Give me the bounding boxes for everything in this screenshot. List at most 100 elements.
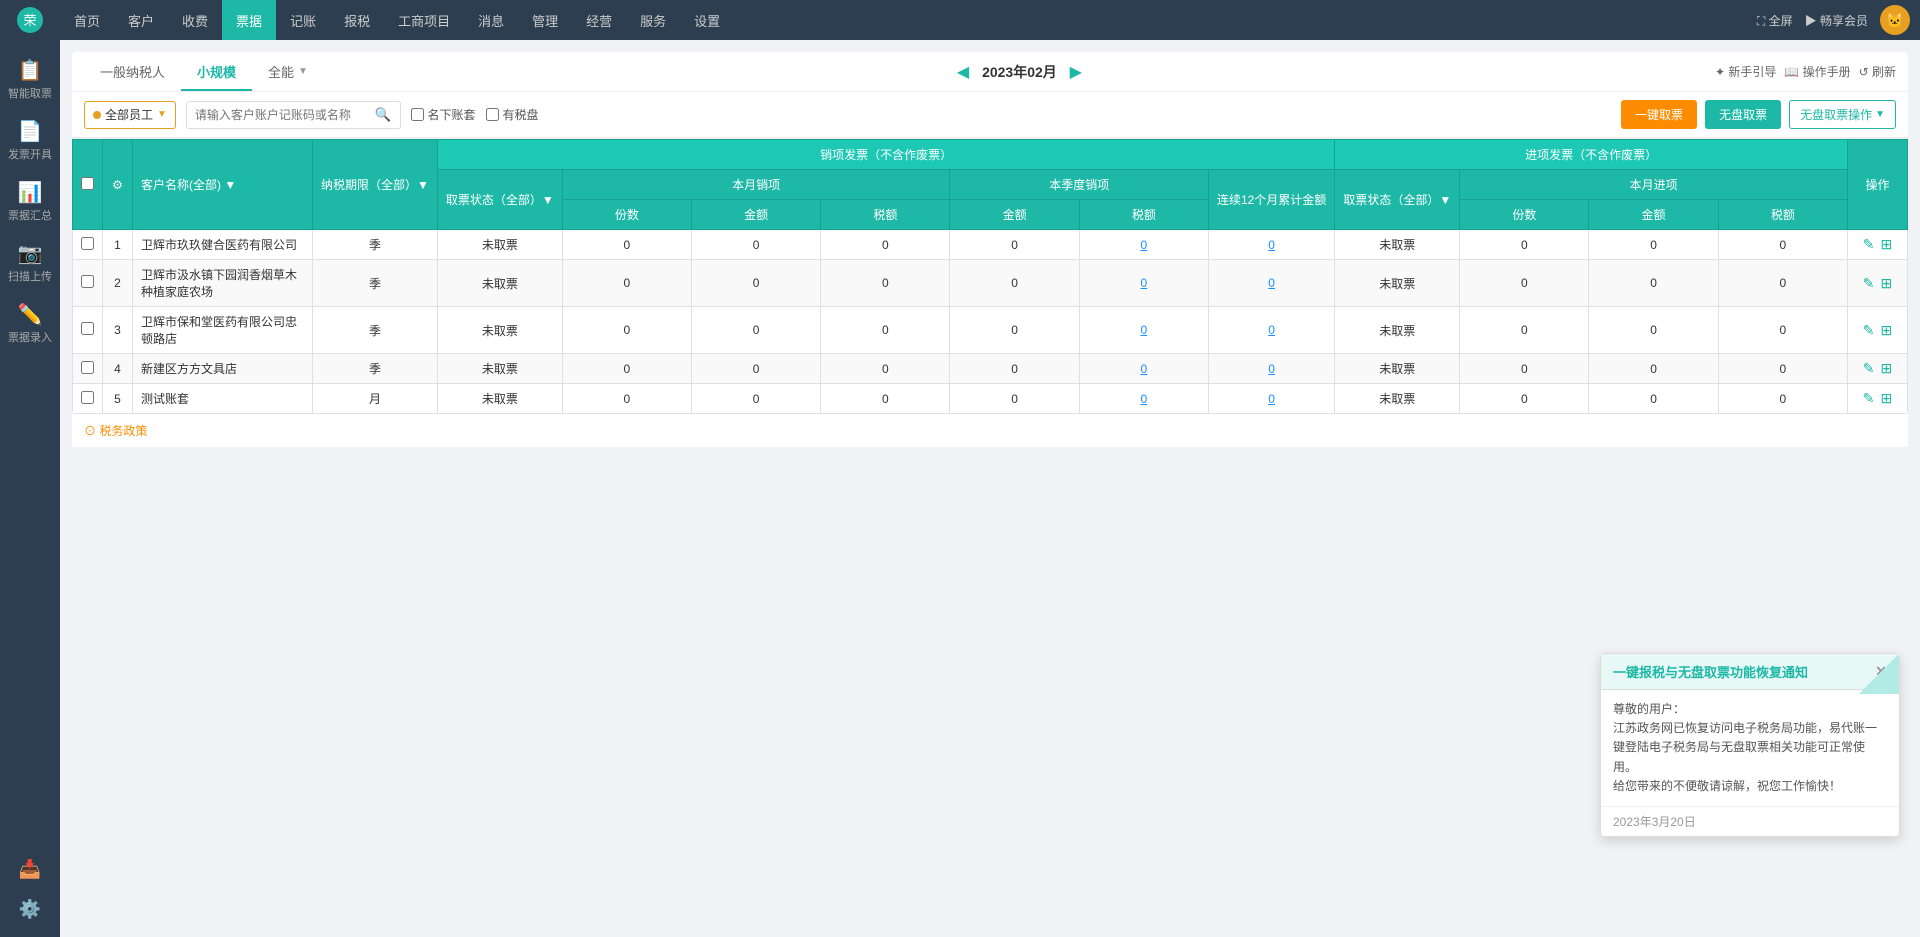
- th-sale-month-amount: 金额: [692, 200, 821, 230]
- row-buy-month-amount: 0: [1589, 384, 1718, 414]
- edit-action-icon[interactable]: ✎: [1863, 390, 1875, 407]
- manual-link[interactable]: 📖 操作手册: [1784, 63, 1850, 80]
- row-select-checkbox[interactable]: [81, 361, 94, 374]
- has-taxbox-input[interactable]: [486, 108, 499, 121]
- has-taxbox-checkbox[interactable]: 有税盘: [486, 106, 539, 123]
- row-sale-cumulative[interactable]: 0: [1208, 260, 1334, 307]
- nav-operation[interactable]: 经营: [572, 0, 626, 40]
- employee-filter[interactable]: 全部员工 ▼: [84, 101, 176, 129]
- view-action-icon[interactable]: ⊞: [1881, 390, 1893, 407]
- view-action-icon[interactable]: ⊞: [1881, 275, 1893, 292]
- row-checkbox[interactable]: [73, 307, 103, 354]
- sidebar-item-invoice-entry[interactable]: ✏️ 票据录入: [3, 294, 57, 353]
- row-sale-month-tax: 0: [821, 260, 950, 307]
- edit-action-icon[interactable]: ✎: [1863, 275, 1875, 292]
- row-buy-month-amount: 0: [1589, 354, 1718, 384]
- row-buy-month-amount: 0: [1589, 230, 1718, 260]
- nav-business[interactable]: 工商项目: [384, 0, 464, 40]
- refresh-link[interactable]: ↺ 刷新: [1859, 63, 1896, 80]
- scan-upload-icon: 📷: [18, 241, 43, 266]
- row-sale-quarter-tax[interactable]: 0: [1079, 354, 1208, 384]
- row-sale-month-amount: 0: [692, 260, 821, 307]
- diskless-ticket-ops-button[interactable]: 无盘取票操作 ▼: [1789, 100, 1896, 129]
- row-customer-name: 新建区方方文具店: [133, 354, 313, 384]
- th-12month-cumulative: 连续12个月累计金额: [1208, 170, 1334, 230]
- search-button[interactable]: 🔍: [367, 102, 400, 128]
- row-checkbox[interactable]: [73, 260, 103, 307]
- row-customer-name: 卫辉市玖玖健合医药有限公司: [133, 230, 313, 260]
- nav-bookkeeping[interactable]: 记账: [276, 0, 330, 40]
- tab-omnipotent[interactable]: 全能 ▼: [252, 52, 324, 91]
- view-action-icon[interactable]: ⊞: [1881, 236, 1893, 253]
- row-sale-quarter-tax[interactable]: 0: [1079, 307, 1208, 354]
- tab-general-taxpayer[interactable]: 一般纳税人: [84, 52, 181, 91]
- own-accounts-input[interactable]: [411, 108, 424, 121]
- sidebar-item-invoice-summary[interactable]: 📊 票据汇总: [3, 172, 57, 231]
- row-checkbox[interactable]: [73, 384, 103, 414]
- row-sale-cumulative[interactable]: 0: [1208, 230, 1334, 260]
- app-logo: 荣: [10, 0, 50, 40]
- view-action-icon[interactable]: ⊞: [1881, 360, 1893, 377]
- select-all-checkbox[interactable]: [81, 177, 94, 190]
- sidebar-item-invoice-open[interactable]: 📄 发票开具: [3, 111, 57, 170]
- th-sale-quarter-tax: 税额: [1079, 200, 1208, 230]
- nav-settings[interactable]: 设置: [680, 0, 734, 40]
- nav-tax[interactable]: 报税: [330, 0, 384, 40]
- sidebar-download-btn[interactable]: 📥: [12, 851, 48, 887]
- popup-corner-decor: [1839, 654, 1899, 694]
- row-buy-status: 未取票: [1335, 230, 1460, 260]
- row-sale-quarter-tax[interactable]: 0: [1079, 230, 1208, 260]
- row-checkbox[interactable]: [73, 230, 103, 260]
- th-sale-status: 取票状态（全部）▼: [437, 170, 562, 230]
- user-avatar[interactable]: 🐱: [1880, 5, 1910, 35]
- diskless-ticket-button[interactable]: 无盘取票: [1705, 100, 1781, 129]
- new-user-guide-link[interactable]: ✦ 新手引导: [1715, 63, 1776, 80]
- next-month-button[interactable]: ▶: [1065, 61, 1087, 83]
- tax-policy-link[interactable]: ⊙ 税务政策: [84, 424, 147, 438]
- vip-button[interactable]: ▶ 畅享会员: [1805, 12, 1868, 29]
- edit-action-icon[interactable]: ✎: [1863, 360, 1875, 377]
- row-sale-month-amount: 0: [692, 384, 821, 414]
- row-sale-cumulative[interactable]: 0: [1208, 354, 1334, 384]
- edit-action-icon[interactable]: ✎: [1863, 236, 1875, 253]
- nav-message[interactable]: 消息: [464, 0, 518, 40]
- one-click-ticket-button[interactable]: 一键取票: [1621, 100, 1697, 129]
- edit-action-icon[interactable]: ✎: [1863, 322, 1875, 339]
- row-sale-cumulative[interactable]: 0: [1208, 384, 1334, 414]
- nav-service[interactable]: 服务: [626, 0, 680, 40]
- row-sale-quarter-amount: 0: [950, 354, 1079, 384]
- row-select-checkbox[interactable]: [81, 275, 94, 288]
- row-sale-quarter-tax[interactable]: 0: [1079, 384, 1208, 414]
- th-purchase-month-count: 份数: [1460, 200, 1589, 230]
- prev-month-button[interactable]: ◀: [952, 61, 974, 83]
- view-action-icon[interactable]: ⊞: [1881, 322, 1893, 339]
- nav-manage[interactable]: 管理: [518, 0, 572, 40]
- nav-home[interactable]: 首页: [60, 0, 114, 40]
- row-customer-name: 卫辉市保和堂医药有限公司忠顿路店: [133, 307, 313, 354]
- filter-dot: [93, 111, 101, 119]
- row-sale-month-count: 0: [562, 230, 691, 260]
- fullscreen-button[interactable]: ⛶ 全屏: [1757, 12, 1793, 29]
- row-sale-quarter-tax[interactable]: 0: [1079, 260, 1208, 307]
- nav-right-area: ⛶ 全屏 ▶ 畅享会员 🐱: [1757, 5, 1910, 35]
- smart-ticket-icon: 📋: [18, 58, 43, 83]
- sidebar-help-btn[interactable]: ⚙️: [12, 891, 48, 927]
- row-sale-cumulative[interactable]: 0: [1208, 307, 1334, 354]
- row-checkbox[interactable]: [73, 354, 103, 384]
- row-sale-month-count: 0: [562, 307, 691, 354]
- row-sale-month-amount: 0: [692, 307, 821, 354]
- th-settings: ⚙: [103, 140, 133, 230]
- search-input[interactable]: [187, 102, 367, 128]
- tab-small-scale[interactable]: 小规模: [181, 52, 252, 91]
- date-navigation: ◀ 2023年02月 ▶: [324, 61, 1715, 83]
- sidebar-item-smart-ticket[interactable]: 📋 智能取票: [3, 50, 57, 109]
- row-select-checkbox[interactable]: [81, 237, 94, 250]
- own-accounts-checkbox[interactable]: 名下账套: [411, 106, 476, 123]
- row-select-checkbox[interactable]: [81, 391, 94, 404]
- sidebar-item-scan-upload[interactable]: 📷 扫描上传: [3, 233, 57, 292]
- row-index: 1: [103, 230, 133, 260]
- row-select-checkbox[interactable]: [81, 322, 94, 335]
- nav-invoice[interactable]: 票据: [222, 0, 276, 40]
- nav-customer[interactable]: 客户: [114, 0, 168, 40]
- nav-billing[interactable]: 收费: [168, 0, 222, 40]
